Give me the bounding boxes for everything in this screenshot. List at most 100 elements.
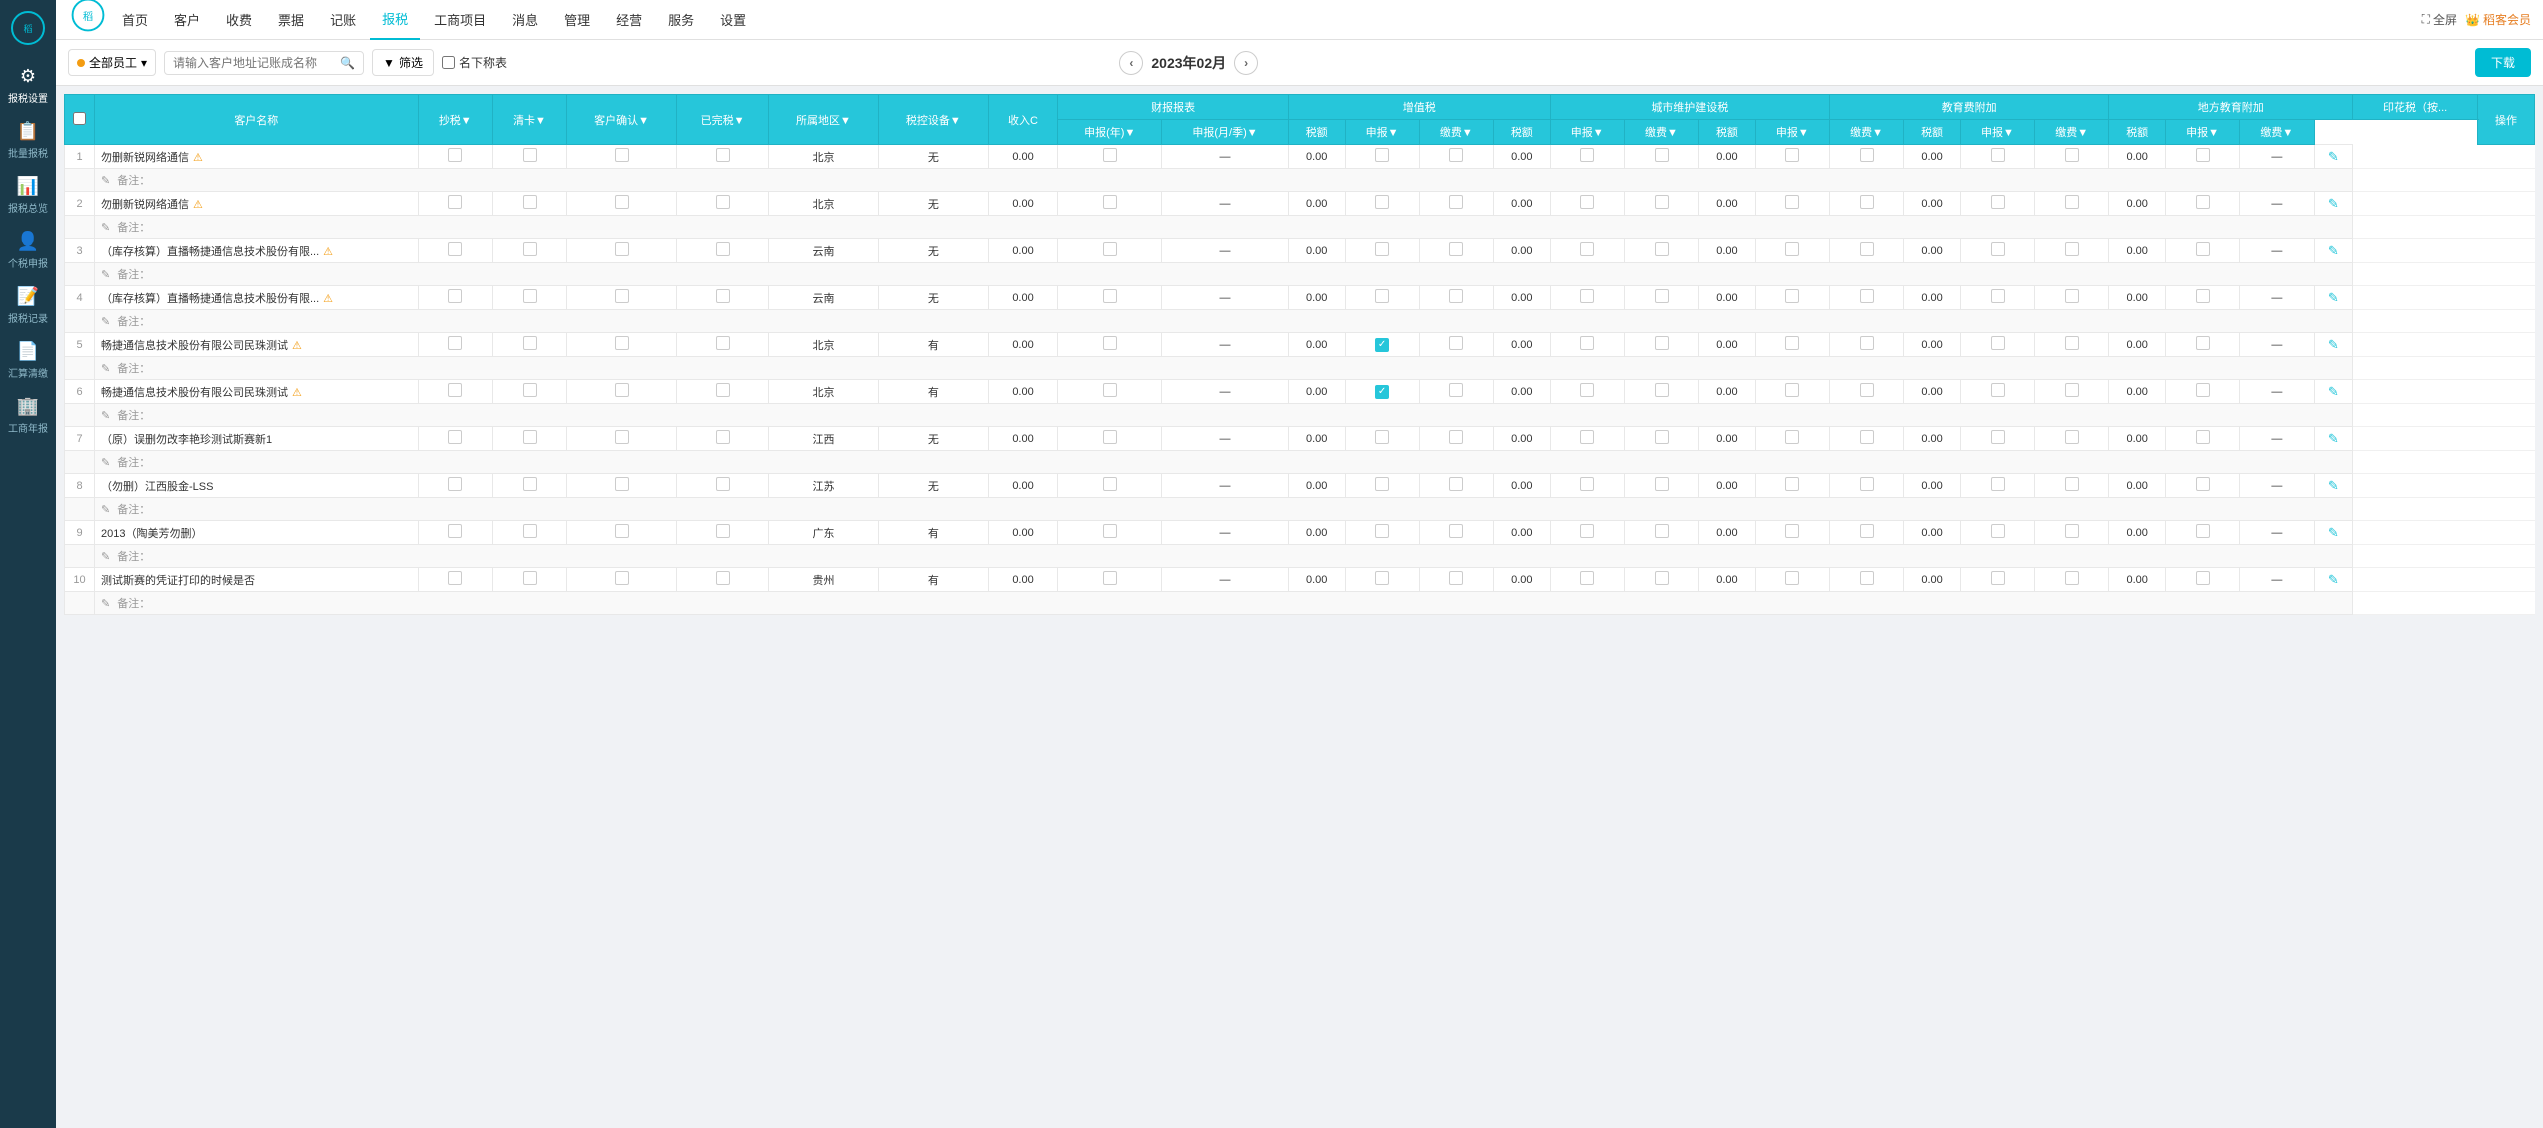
- name-filter-input[interactable]: [442, 56, 455, 69]
- chaoshu-cell[interactable]: [418, 568, 492, 592]
- qingka-cell[interactable]: [492, 521, 566, 545]
- checkbox-unchecked[interactable]: [716, 289, 730, 303]
- city-apply-cell[interactable]: [1550, 192, 1624, 216]
- paid-cell[interactable]: [677, 380, 769, 404]
- nav-item-invoice[interactable]: 票据: [266, 0, 316, 40]
- qingka-cell[interactable]: [492, 380, 566, 404]
- checkbox-unchecked[interactable]: [1103, 571, 1117, 585]
- city-pay-cell[interactable]: [1624, 568, 1698, 592]
- nav-item-manage[interactable]: 管理: [552, 0, 602, 40]
- local-apply-cell[interactable]: [1960, 239, 2034, 263]
- checkbox-unchecked[interactable]: [448, 430, 462, 444]
- confirm-cell[interactable]: [567, 192, 677, 216]
- paid-cell[interactable]: [677, 192, 769, 216]
- checkbox-unchecked[interactable]: [1580, 477, 1594, 491]
- edu-pay-cell[interactable]: [1830, 145, 1904, 169]
- chaoshu-cell[interactable]: [418, 474, 492, 498]
- confirm-cell[interactable]: [567, 568, 677, 592]
- paid-cell[interactable]: [677, 145, 769, 169]
- checkbox-unchecked[interactable]: [1860, 383, 1874, 397]
- checkbox-unchecked[interactable]: [448, 195, 462, 209]
- edu-apply-cell[interactable]: [1755, 145, 1829, 169]
- note-cell[interactable]: ✎ 备注：: [95, 169, 2353, 192]
- vat-apply-cell[interactable]: [1345, 474, 1419, 498]
- checkbox-unchecked[interactable]: [1991, 383, 2005, 397]
- h-city-pay[interactable]: 缴费▼: [1624, 120, 1698, 145]
- chaoshu-cell[interactable]: [418, 239, 492, 263]
- chaoshu-cell[interactable]: [418, 192, 492, 216]
- checkbox-unchecked[interactable]: [1785, 477, 1799, 491]
- edit-button[interactable]: ✎: [2328, 149, 2339, 164]
- employee-filter-dropdown[interactable]: 全部员工 ▾: [68, 49, 156, 76]
- edu-apply-cell[interactable]: [1755, 380, 1829, 404]
- edit-button[interactable]: ✎: [2328, 243, 2339, 258]
- vat-pay-cell[interactable]: [1419, 474, 1493, 498]
- edu-pay-cell[interactable]: [1830, 474, 1904, 498]
- stamp-apply-cell[interactable]: [2166, 380, 2240, 404]
- checkbox-unchecked[interactable]: [2065, 571, 2079, 585]
- checkbox-unchecked[interactable]: [716, 336, 730, 350]
- qingka-cell[interactable]: [492, 192, 566, 216]
- checkbox-unchecked[interactable]: [1785, 242, 1799, 256]
- edu-pay-cell[interactable]: [1830, 239, 1904, 263]
- checkbox-unchecked[interactable]: [1103, 383, 1117, 397]
- checkbox-unchecked[interactable]: [1785, 383, 1799, 397]
- city-apply-cell[interactable]: [1550, 521, 1624, 545]
- vat-pay-cell[interactable]: [1419, 333, 1493, 357]
- nav-item-service[interactable]: 服务: [656, 0, 706, 40]
- header-checkbox[interactable]: [65, 95, 95, 145]
- nav-item-customer[interactable]: 客户: [162, 0, 212, 40]
- nav-item-settings[interactable]: 设置: [708, 0, 758, 40]
- checkbox-unchecked[interactable]: [716, 477, 730, 491]
- local-pay-cell[interactable]: [2035, 568, 2109, 592]
- vat-apply-cell[interactable]: ✓: [1345, 333, 1419, 357]
- vat-apply-cell[interactable]: [1345, 521, 1419, 545]
- checkbox-unchecked[interactable]: [448, 524, 462, 538]
- note-cell[interactable]: ✎ 备注：: [95, 404, 2353, 427]
- vat-apply-cell[interactable]: [1345, 286, 1419, 310]
- h-stamp-apply[interactable]: 申报▼: [2166, 120, 2240, 145]
- checkbox-unchecked[interactable]: [615, 336, 629, 350]
- checkbox-unchecked[interactable]: [1449, 148, 1463, 162]
- checkbox-unchecked[interactable]: [1785, 571, 1799, 585]
- nav-item-message[interactable]: 消息: [500, 0, 550, 40]
- checkbox-unchecked[interactable]: [1375, 242, 1389, 256]
- checkbox-unchecked[interactable]: [1860, 524, 1874, 538]
- checkbox-unchecked[interactable]: [615, 383, 629, 397]
- checkbox-unchecked[interactable]: [1580, 242, 1594, 256]
- city-pay-cell[interactable]: [1624, 474, 1698, 498]
- qingka-cell[interactable]: [492, 239, 566, 263]
- vat-pay-cell[interactable]: [1419, 145, 1493, 169]
- local-pay-cell[interactable]: [2035, 239, 2109, 263]
- confirm-cell[interactable]: [567, 333, 677, 357]
- checkbox-unchecked[interactable]: [2196, 383, 2210, 397]
- checkbox-unchecked[interactable]: [615, 430, 629, 444]
- sidebar-item-geshui[interactable]: 👤 个税申报: [0, 223, 56, 278]
- checkbox-unchecked[interactable]: [1785, 148, 1799, 162]
- checkbox-unchecked[interactable]: [1991, 195, 2005, 209]
- qingka-cell[interactable]: [492, 145, 566, 169]
- city-apply-cell[interactable]: [1550, 333, 1624, 357]
- chaoshu-cell[interactable]: [418, 427, 492, 451]
- checkbox-unchecked[interactable]: [716, 148, 730, 162]
- qingka-cell[interactable]: [492, 333, 566, 357]
- checkbox-unchecked[interactable]: [2196, 477, 2210, 491]
- checkbox-unchecked[interactable]: [615, 148, 629, 162]
- checkbox-unchecked[interactable]: [523, 242, 537, 256]
- table-container[interactable]: 客户名称 抄税▼ 清卡▼ 客户确认▼ 已完税▼ 所属地区▼ 税控设备▼ 收入C …: [56, 86, 2543, 1128]
- checkbox-unchecked[interactable]: [1103, 195, 1117, 209]
- sidebar-item-gongshangnian[interactable]: 🏢 工商年报: [0, 388, 56, 443]
- checkbox-unchecked[interactable]: [1991, 477, 2005, 491]
- checkbox-unchecked[interactable]: [1860, 242, 1874, 256]
- note-cell[interactable]: ✎ 备注：: [95, 263, 2353, 286]
- sidebar-item-huisuan[interactable]: 📄 汇算清缴: [0, 333, 56, 388]
- edu-pay-cell[interactable]: [1830, 568, 1904, 592]
- fin-year-cell[interactable]: [1058, 521, 1162, 545]
- vat-apply-cell[interactable]: [1345, 192, 1419, 216]
- checkbox-unchecked[interactable]: [1103, 336, 1117, 350]
- stamp-apply-cell[interactable]: [2166, 286, 2240, 310]
- vip-button[interactable]: 👑 稻客会员: [2465, 11, 2531, 28]
- edit-cell[interactable]: ✎: [2314, 568, 2353, 592]
- checkbox-unchecked[interactable]: [523, 289, 537, 303]
- checkbox-unchecked[interactable]: [1655, 571, 1669, 585]
